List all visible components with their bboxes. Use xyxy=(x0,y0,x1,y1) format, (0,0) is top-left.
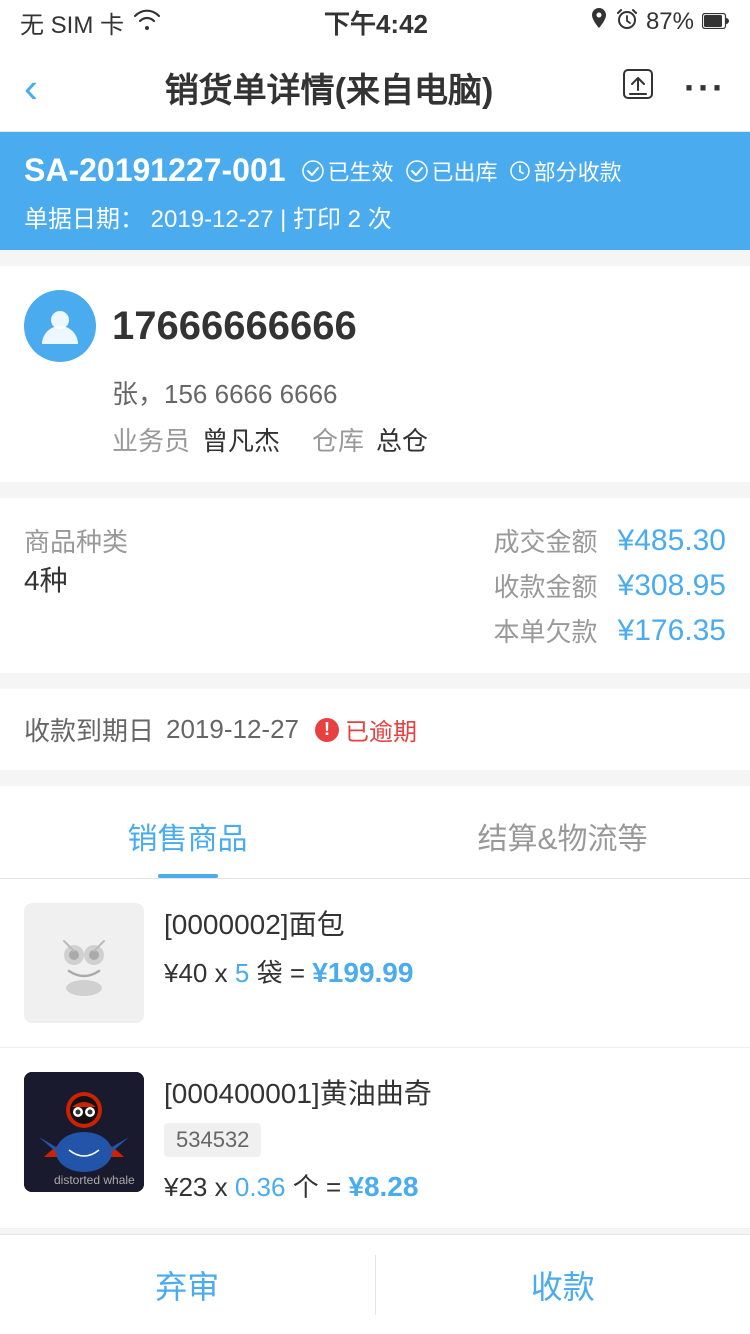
location-icon xyxy=(590,8,608,37)
amount-label: 成交金额 xyxy=(494,522,598,559)
owing-label: 本单欠款 xyxy=(494,612,598,649)
received-amount-row: 收款金额 ¥308.95 xyxy=(494,567,726,604)
table-row: [0000002]面包 ¥40 x 5 袋 = ¥199.99 xyxy=(0,879,750,1048)
sales-person: 业务员 曾凡杰 xyxy=(112,421,280,458)
order-number: SA-20191227-001 xyxy=(24,152,286,189)
product-name: [0000002]面包 xyxy=(164,903,726,943)
product-details: [000400001]黄油曲奇 534532 ¥23 x 0.36 个 = ¥8… xyxy=(164,1072,726,1204)
overdue-icon: ! xyxy=(315,718,339,742)
product-list: [0000002]面包 ¥40 x 5 袋 = ¥199.99 xyxy=(0,879,750,1229)
customer-meta: 业务员 曾凡杰 仓库 总仓 xyxy=(24,421,726,458)
customer-name: 张，156 6666 6666 xyxy=(24,374,726,411)
customer-section: 17666666666 张，156 6666 6666 业务员 曾凡杰 仓库 总… xyxy=(0,266,750,482)
status-partial-payment: 部分收款 xyxy=(510,155,622,187)
product-name: [000400001]黄油曲奇 xyxy=(164,1072,726,1112)
back-button[interactable]: ‹ xyxy=(24,64,38,112)
confirm-payment-button[interactable]: 收款 xyxy=(376,1235,750,1334)
due-date-label: 收款到期日 xyxy=(24,711,154,748)
due-date-value: 2019-12-27 xyxy=(166,714,299,745)
cancel-button[interactable]: 弃审 xyxy=(0,1235,375,1334)
order-header: SA-20191227-001 已生效 已出库 部分收款 单据日期： 2019-… xyxy=(0,132,750,250)
page-title: 销货单详情(来自电脑) xyxy=(165,63,494,112)
product-price: ¥23 x 0.36 个 = ¥8.28 xyxy=(164,1167,726,1204)
received-label: 收款金额 xyxy=(494,567,598,604)
table-row: distorted whale [000400001]黄油曲奇 534532 ¥… xyxy=(0,1048,750,1229)
warehouse: 仓库 总仓 xyxy=(312,421,428,458)
owing-amount-row: 本单欠款 ¥176.35 xyxy=(494,612,726,649)
owing-value: ¥176.35 xyxy=(618,614,726,648)
tabs-row: 销售商品 结算&物流等 xyxy=(0,786,750,879)
financial-summary: 成交金额 ¥485.30 收款金额 ¥308.95 本单欠款 ¥176.35 xyxy=(494,522,726,649)
due-date-section: 收款到期日 2019-12-27 ! 已逾期 xyxy=(0,689,750,770)
status-right: 87% xyxy=(590,8,730,37)
tab-settlement[interactable]: 结算&物流等 xyxy=(375,786,750,878)
avatar xyxy=(24,290,96,362)
alarm-icon xyxy=(616,8,638,37)
product-sku: 534532 xyxy=(164,1123,261,1157)
status-bar: 无 SIM 卡 下午4:42 87% xyxy=(0,0,750,44)
carrier-text: 无 SIM 卡 xyxy=(20,5,124,40)
tabs-container: 销售商品 结算&物流等 xyxy=(0,786,750,1229)
received-value: ¥308.95 xyxy=(618,569,726,603)
battery-icon xyxy=(702,8,730,36)
customer-phone: 17666666666 xyxy=(112,304,357,349)
product-thumbnail xyxy=(24,903,144,1023)
status-left: 无 SIM 卡 xyxy=(20,5,162,40)
product-thumbnail: distorted whale xyxy=(24,1072,144,1192)
type-label: 商品种类 xyxy=(24,522,128,559)
type-count: 4种 xyxy=(24,559,128,599)
nav-actions: ··· xyxy=(620,66,726,109)
amount-value: ¥485.30 xyxy=(618,524,726,558)
overdue-badge: ! 已逾期 xyxy=(315,712,417,747)
transaction-amount-row: 成交金额 ¥485.30 xyxy=(494,522,726,559)
more-icon[interactable]: ··· xyxy=(684,67,726,109)
status-shipped: 已出库 xyxy=(406,155,498,187)
bottom-bar: 弃审 收款 xyxy=(0,1234,750,1334)
summary-section: 商品种类 4种 成交金额 ¥485.30 收款金额 ¥308.95 本单欠款 ¥… xyxy=(0,498,750,673)
share-icon[interactable] xyxy=(620,66,656,109)
tab-products[interactable]: 销售商品 xyxy=(0,786,375,878)
nav-bar: ‹ 销货单详情(来自电脑) ··· xyxy=(0,44,750,132)
battery-text: 87% xyxy=(646,8,694,36)
product-type-summary: 商品种类 4种 xyxy=(24,522,128,599)
status-activated: 已生效 xyxy=(302,155,394,187)
overdue-text: 已逾期 xyxy=(345,712,417,747)
product-price: ¥40 x 5 袋 = ¥199.99 xyxy=(164,953,726,990)
product-details: [0000002]面包 ¥40 x 5 袋 = ¥199.99 xyxy=(164,903,726,990)
wifi-icon xyxy=(132,8,162,37)
order-date-line: 单据日期： 2019-12-27 | 打印 2 次 xyxy=(24,199,726,234)
svg-text:distorted whale: distorted whale xyxy=(54,1173,135,1187)
status-time: 下午4:42 xyxy=(324,4,428,41)
